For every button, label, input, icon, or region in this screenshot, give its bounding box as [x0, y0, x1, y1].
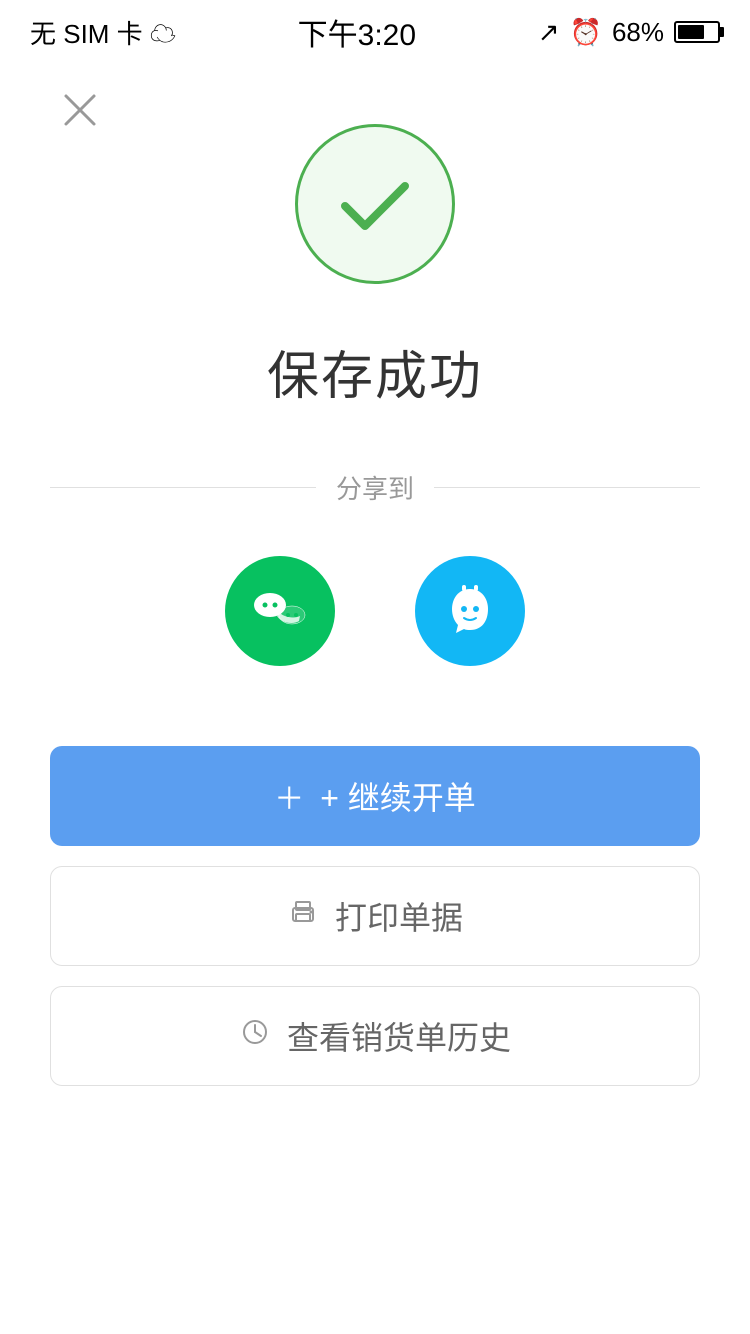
clock-icon — [239, 1016, 271, 1056]
printer-icon — [287, 896, 319, 936]
history-label: 查看销货单历史 — [287, 1013, 511, 1059]
battery-percent: 68% — [612, 17, 664, 48]
share-icons-container — [225, 556, 525, 666]
alarm-icon: ⏰ — [570, 17, 602, 48]
wechat-share-button[interactable] — [225, 556, 335, 666]
wechat-icon — [248, 579, 312, 643]
print-label: 打印单据 — [335, 893, 463, 939]
divider-left — [50, 487, 316, 488]
status-right: ↗ ⏰ 68% — [538, 17, 720, 48]
success-circle — [295, 124, 455, 284]
no-sim-text: 无 SIM 卡 ☁ — [30, 14, 176, 51]
qq-icon — [438, 579, 502, 643]
plus-icon: ＋ — [274, 774, 304, 818]
action-buttons: ＋ + 继续开单 打印单据 — [0, 746, 750, 1086]
main-content: 保存成功 分享到 — [0, 64, 750, 1086]
location-icon: ↗ — [538, 17, 560, 48]
close-button[interactable] — [50, 80, 110, 140]
divider-right — [434, 487, 700, 488]
close-icon — [62, 92, 98, 128]
success-title: 保存成功 — [267, 334, 483, 409]
status-time: 下午3:20 — [298, 10, 416, 54]
share-divider: 分享到 — [0, 469, 750, 506]
history-button[interactable]: 查看销货单历史 — [50, 986, 700, 1086]
print-button[interactable]: 打印单据 — [50, 866, 700, 966]
share-label: 分享到 — [316, 469, 434, 506]
qq-share-button[interactable] — [415, 556, 525, 666]
status-bar: 无 SIM 卡 ☁ 下午3:20 ↗ ⏰ 68% — [0, 0, 750, 64]
continue-label: + 继续开单 — [320, 773, 476, 819]
continue-button[interactable]: ＋ + 继续开单 — [50, 746, 700, 846]
battery-icon — [674, 21, 720, 43]
status-left: 无 SIM 卡 ☁ — [30, 14, 176, 51]
checkmark-icon — [335, 164, 415, 244]
